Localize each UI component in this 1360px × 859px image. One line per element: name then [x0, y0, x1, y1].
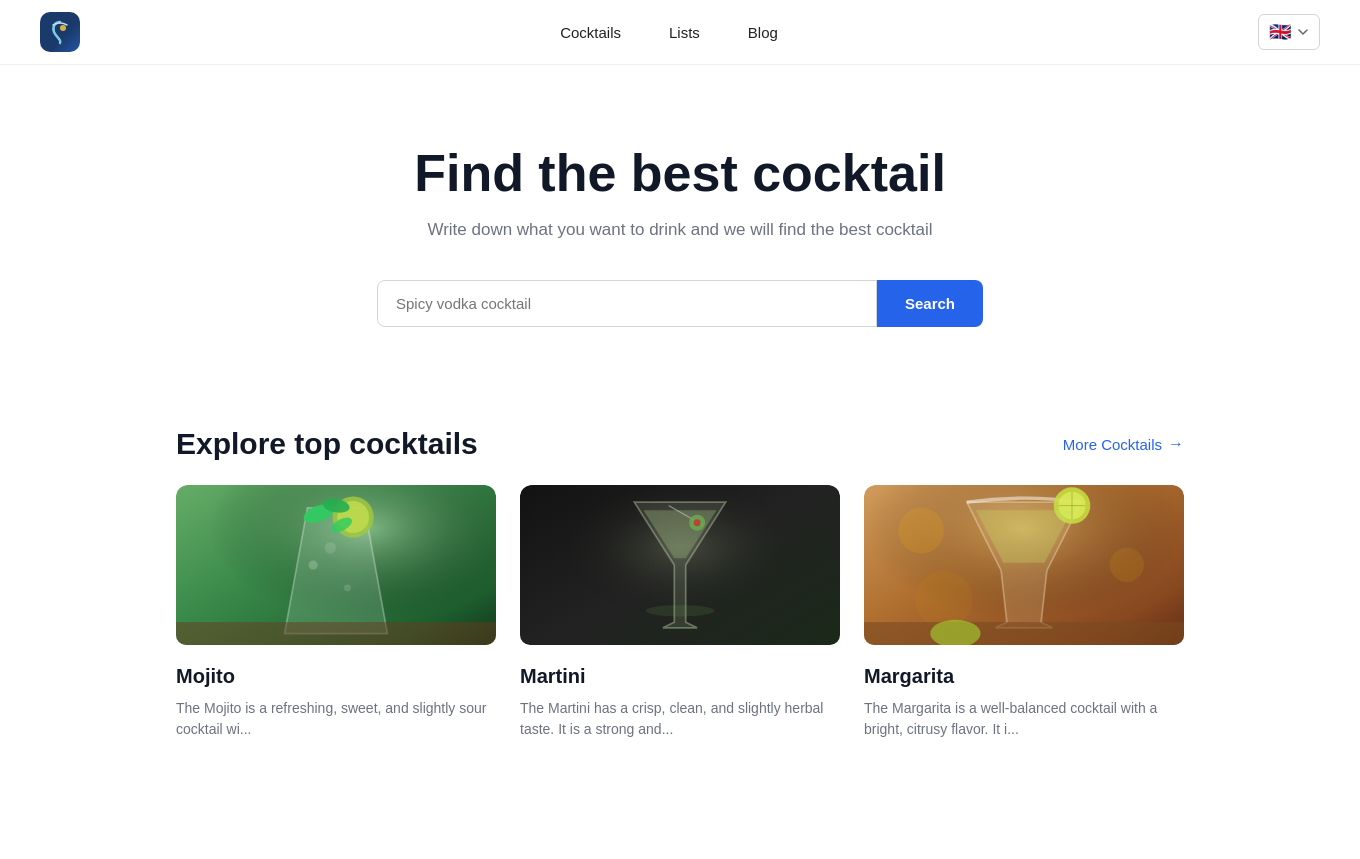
chevron-down-icon [1297, 26, 1309, 38]
search-input[interactable] [377, 280, 877, 327]
svg-point-10 [325, 542, 336, 553]
nav-blog[interactable]: Blog [748, 24, 778, 41]
svg-point-16 [694, 519, 701, 526]
hero-subtitle: Write down what you want to drink and we… [40, 220, 1320, 240]
search-bar: Search [40, 280, 1320, 327]
mojito-image [176, 485, 496, 645]
svg-point-9 [344, 585, 351, 592]
search-button[interactable]: Search [877, 280, 983, 327]
margarita-image [864, 485, 1184, 645]
card-martini-body: Martini The Martini has a crisp, clean, … [520, 649, 840, 744]
explore-section: Explore top cocktails More Cocktails → [0, 427, 1360, 804]
card-margarita-desc: The Margarita is a well-balanced cocktai… [864, 698, 1184, 740]
card-mojito[interactable]: Mojito The Mojito is a refreshing, sweet… [176, 485, 496, 744]
explore-header: Explore top cocktails More Cocktails → [176, 427, 1184, 461]
hero-title: Find the best cocktail [40, 145, 1320, 202]
flag-icon: 🇬🇧 [1269, 21, 1291, 43]
nav-lists[interactable]: Lists [669, 24, 700, 41]
logo[interactable] [40, 12, 80, 52]
logo-icon [40, 12, 80, 52]
card-martini[interactable]: Martini The Martini has a crisp, clean, … [520, 485, 840, 744]
svg-point-17 [646, 605, 715, 616]
svg-rect-27 [864, 622, 1184, 645]
card-margarita-name: Margarita [864, 665, 1184, 688]
cocktail-cards-grid: Mojito The Mojito is a refreshing, sweet… [176, 485, 1184, 744]
more-cocktails-link[interactable]: More Cocktails → [1063, 435, 1184, 453]
nav-cocktails[interactable]: Cocktails [560, 24, 621, 41]
card-mojito-name: Mojito [176, 665, 496, 688]
card-margarita-body: Margarita The Margarita is a well-balanc… [864, 649, 1184, 744]
card-martini-name: Martini [520, 665, 840, 688]
svg-point-24 [898, 508, 944, 554]
card-margarita[interactable]: Margarita The Margarita is a well-balanc… [864, 485, 1184, 744]
svg-point-25 [1110, 548, 1144, 582]
card-martini-desc: The Martini has a crisp, clean, and slig… [520, 698, 840, 740]
nav-links: Cocktails Lists Blog [560, 24, 778, 41]
martini-image [520, 485, 840, 645]
svg-point-8 [309, 561, 318, 570]
svg-point-0 [60, 25, 66, 31]
card-mojito-body: Mojito The Mojito is a refreshing, sweet… [176, 649, 496, 744]
explore-title: Explore top cocktails [176, 427, 478, 461]
svg-point-26 [915, 571, 972, 628]
card-mojito-desc: The Mojito is a refreshing, sweet, and s… [176, 698, 496, 740]
more-cocktails-label: More Cocktails [1063, 436, 1162, 453]
language-selector[interactable]: 🇬🇧 [1258, 14, 1320, 50]
navbar: Cocktails Lists Blog 🇬🇧 [0, 0, 1360, 65]
svg-rect-11 [176, 622, 496, 645]
hero-section: Find the best cocktail Write down what y… [0, 65, 1360, 427]
arrow-right-icon: → [1168, 435, 1184, 453]
